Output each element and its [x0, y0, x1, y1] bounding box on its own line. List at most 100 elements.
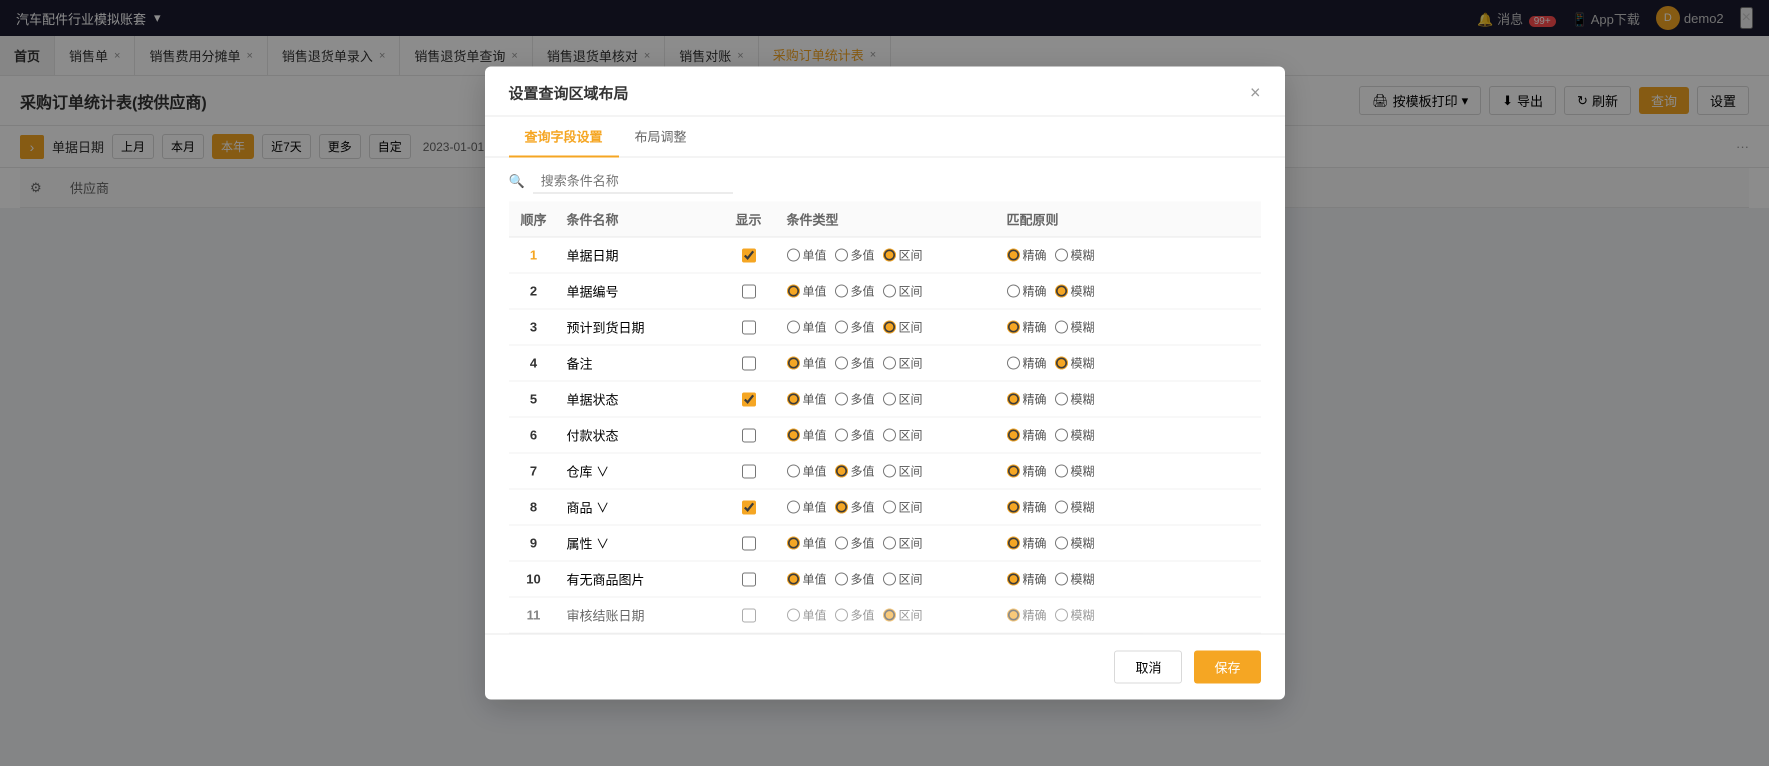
row-9-display-checkbox[interactable]: [742, 536, 756, 550]
cancel-button[interactable]: 取消: [1114, 651, 1182, 684]
row-11-type-range[interactable]: 区间: [883, 607, 923, 624]
row-7-type-single[interactable]: 单值: [787, 463, 827, 480]
table-row: 10 有无商品图片 单值 多值 区间 精确 模糊: [509, 562, 1261, 598]
row-9-match-exact[interactable]: 精确: [1007, 535, 1047, 552]
row-3-match-exact[interactable]: 精确: [1007, 319, 1047, 336]
row-10-display-checkbox[interactable]: [742, 572, 756, 586]
modal-body: 顺序 条件名称 显示 条件类型 匹配原则 1 单据日期 单值 多值 区间 精确 …: [485, 202, 1285, 634]
row-4-type: 单值 多值 区间: [779, 355, 999, 372]
row-9-type-range[interactable]: 区间: [883, 535, 923, 552]
save-button[interactable]: 保存: [1194, 651, 1260, 684]
modal-tab-layout-label: 布局调整: [635, 130, 687, 145]
row-1-display-checkbox[interactable]: [742, 248, 756, 262]
modal-title: 设置查询区域布局: [509, 83, 629, 104]
row-11-type: 单值 多值 区间: [779, 607, 999, 624]
row-4-type-multi[interactable]: 多值: [835, 355, 875, 372]
row-10-type-multi[interactable]: 多值: [835, 571, 875, 588]
row-1-type-single[interactable]: 单值: [787, 247, 827, 264]
row-3-name: 预计到货日期: [559, 318, 719, 337]
row-4-type-range[interactable]: 区间: [883, 355, 923, 372]
row-2-type-multi[interactable]: 多值: [835, 283, 875, 300]
row-8-match-fuzzy[interactable]: 模糊: [1055, 499, 1095, 516]
modal-tab-query-fields-label: 查询字段设置: [525, 130, 603, 145]
row-10-type-range[interactable]: 区间: [883, 571, 923, 588]
row-4-type-single[interactable]: 单值: [787, 355, 827, 372]
row-10-match-exact[interactable]: 精确: [1007, 571, 1047, 588]
row-11-type-multi[interactable]: 多值: [835, 607, 875, 624]
search-icon: 🔍: [509, 174, 525, 190]
row-3-type-range[interactable]: 区间: [883, 319, 923, 336]
row-5-match-fuzzy[interactable]: 模糊: [1055, 391, 1095, 408]
row-11-match-fuzzy[interactable]: 模糊: [1055, 607, 1095, 624]
row-6-display-checkbox[interactable]: [742, 428, 756, 442]
row-7-type-range[interactable]: 区间: [883, 463, 923, 480]
row-5-type-multi[interactable]: 多值: [835, 391, 875, 408]
row-7-match-fuzzy[interactable]: 模糊: [1055, 463, 1095, 480]
row-6-display: [719, 428, 779, 442]
table-row: 4 备注 单值 多值 区间 精确 模糊: [509, 346, 1261, 382]
row-7-type-multi[interactable]: 多值: [835, 463, 875, 480]
row-4-match-fuzzy[interactable]: 模糊: [1055, 355, 1095, 372]
row-10-match-fuzzy[interactable]: 模糊: [1055, 571, 1095, 588]
row-7-display-checkbox[interactable]: [742, 464, 756, 478]
row-3-type: 单值 多值 区间: [779, 319, 999, 336]
row-2-type-single[interactable]: 单值: [787, 283, 827, 300]
row-8-match-exact[interactable]: 精确: [1007, 499, 1047, 516]
row-7-type: 单值 多值 区间: [779, 463, 999, 480]
row-3-display-checkbox[interactable]: [742, 320, 756, 334]
row-11-match-exact[interactable]: 精确: [1007, 607, 1047, 624]
row-4-display-checkbox[interactable]: [742, 356, 756, 370]
row-5-display-checkbox[interactable]: [742, 392, 756, 406]
row-7-name: 仓库 ∨: [559, 462, 719, 481]
row-9-type-single[interactable]: 单值: [787, 535, 827, 552]
row-5-type-single[interactable]: 单值: [787, 391, 827, 408]
row-6-type-multi[interactable]: 多值: [835, 427, 875, 444]
row-1-type-multi[interactable]: 多值: [835, 247, 875, 264]
row-1-match-exact[interactable]: 精确: [1007, 247, 1047, 264]
row-9-type: 单值 多值 区间: [779, 535, 999, 552]
row-2-match-exact[interactable]: 精确: [1007, 283, 1047, 300]
row-1-order: 1: [509, 248, 559, 263]
row-8-display-checkbox[interactable]: [742, 500, 756, 514]
row-9-match-fuzzy[interactable]: 模糊: [1055, 535, 1095, 552]
row-2-order: 2: [509, 284, 559, 299]
row-1-display: [719, 248, 779, 262]
row-8-type-single[interactable]: 单值: [787, 499, 827, 516]
row-3-match-fuzzy[interactable]: 模糊: [1055, 319, 1095, 336]
modal-close-button[interactable]: ×: [1250, 83, 1261, 104]
col-header-name: 条件名称: [559, 210, 719, 229]
row-6-name: 付款状态: [559, 426, 719, 445]
row-10-match: 精确 模糊: [999, 571, 1199, 588]
row-2-match-fuzzy[interactable]: 模糊: [1055, 283, 1095, 300]
row-1-type-range[interactable]: 区间: [883, 247, 923, 264]
row-11-type-single[interactable]: 单值: [787, 607, 827, 624]
row-6-type: 单值 多值 区间: [779, 427, 999, 444]
row-11-order: 11: [509, 608, 559, 623]
row-4-match-exact[interactable]: 精确: [1007, 355, 1047, 372]
col-header-match: 匹配原则: [999, 210, 1199, 229]
row-8-type-range[interactable]: 区间: [883, 499, 923, 516]
search-input[interactable]: [533, 170, 733, 194]
row-5-match-exact[interactable]: 精确: [1007, 391, 1047, 408]
row-7-match: 精确 模糊: [999, 463, 1199, 480]
table-row: 2 单据编号 单值 多值 区间 精确 模糊: [509, 274, 1261, 310]
row-3-type-single[interactable]: 单值: [787, 319, 827, 336]
row-6-type-range[interactable]: 区间: [883, 427, 923, 444]
row-6-match-fuzzy[interactable]: 模糊: [1055, 427, 1095, 444]
row-10-type-single[interactable]: 单值: [787, 571, 827, 588]
row-3-type-multi[interactable]: 多值: [835, 319, 875, 336]
row-5-type-range[interactable]: 区间: [883, 391, 923, 408]
row-7-match-exact[interactable]: 精确: [1007, 463, 1047, 480]
row-6-type-single[interactable]: 单值: [787, 427, 827, 444]
modal-tab-layout[interactable]: 布局调整: [619, 117, 703, 158]
row-9-type-multi[interactable]: 多值: [835, 535, 875, 552]
row-2-type: 单值 多值 区间: [779, 283, 999, 300]
row-11-display-checkbox[interactable]: [742, 608, 756, 622]
col-header-type: 条件类型: [779, 210, 999, 229]
row-8-type-multi[interactable]: 多值: [835, 499, 875, 516]
row-2-type-range[interactable]: 区间: [883, 283, 923, 300]
modal-tab-query-fields[interactable]: 查询字段设置: [509, 117, 619, 158]
row-1-match-fuzzy[interactable]: 模糊: [1055, 247, 1095, 264]
row-2-display-checkbox[interactable]: [742, 284, 756, 298]
row-6-match-exact[interactable]: 精确: [1007, 427, 1047, 444]
